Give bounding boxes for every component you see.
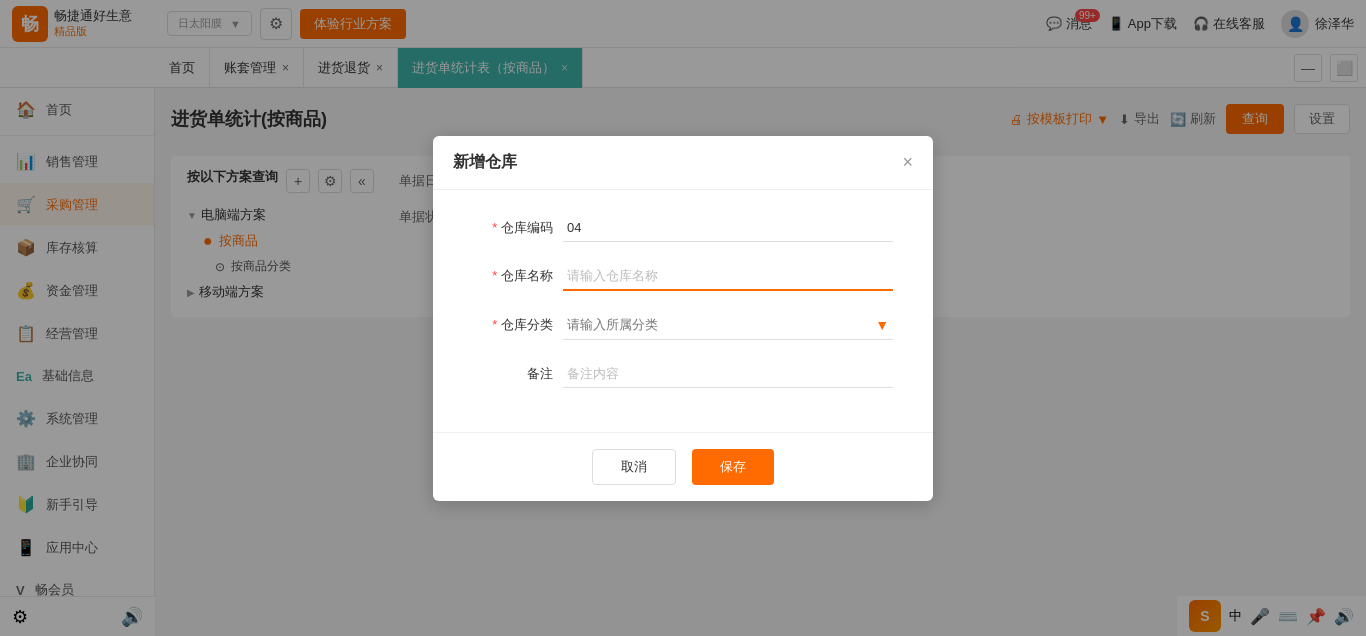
warehouse-code-label: * 仓库编码 bbox=[473, 219, 553, 237]
required-star-code: * bbox=[492, 220, 497, 235]
note-label: 备注 bbox=[473, 365, 553, 383]
warehouse-name-input[interactable] bbox=[563, 262, 893, 291]
form-row-warehouse-code: * 仓库编码 bbox=[473, 214, 893, 242]
warehouse-modal: 新增仓库 × * 仓库编码 * 仓库名称 bbox=[433, 136, 933, 501]
warehouse-code-input[interactable] bbox=[563, 214, 893, 242]
form-row-note: 备注 bbox=[473, 360, 893, 388]
form-row-warehouse-category: * 仓库分类 ▼ bbox=[473, 311, 893, 340]
warehouse-category-select-row[interactable]: ▼ bbox=[563, 311, 893, 340]
warehouse-category-label: * 仓库分类 bbox=[473, 316, 553, 334]
modal-footer: 取消 保存 bbox=[433, 432, 933, 501]
note-input[interactable] bbox=[563, 360, 893, 388]
save-button[interactable]: 保存 bbox=[692, 449, 774, 485]
modal-overlay: 新增仓库 × * 仓库编码 * 仓库名称 bbox=[0, 0, 1366, 636]
warehouse-category-input[interactable] bbox=[567, 317, 875, 332]
required-star-name: * bbox=[492, 268, 497, 283]
modal-title: 新增仓库 bbox=[453, 152, 517, 173]
modal-body: * 仓库编码 * 仓库名称 * 仓库分类 bbox=[433, 190, 933, 432]
modal-close-btn[interactable]: × bbox=[902, 153, 913, 171]
modal-header: 新增仓库 × bbox=[433, 136, 933, 190]
category-dropdown-arrow: ▼ bbox=[875, 317, 889, 333]
cancel-button[interactable]: 取消 bbox=[592, 449, 676, 485]
warehouse-name-label: * 仓库名称 bbox=[473, 267, 553, 285]
required-star-category: * bbox=[492, 317, 497, 332]
form-row-warehouse-name: * 仓库名称 bbox=[473, 262, 893, 291]
